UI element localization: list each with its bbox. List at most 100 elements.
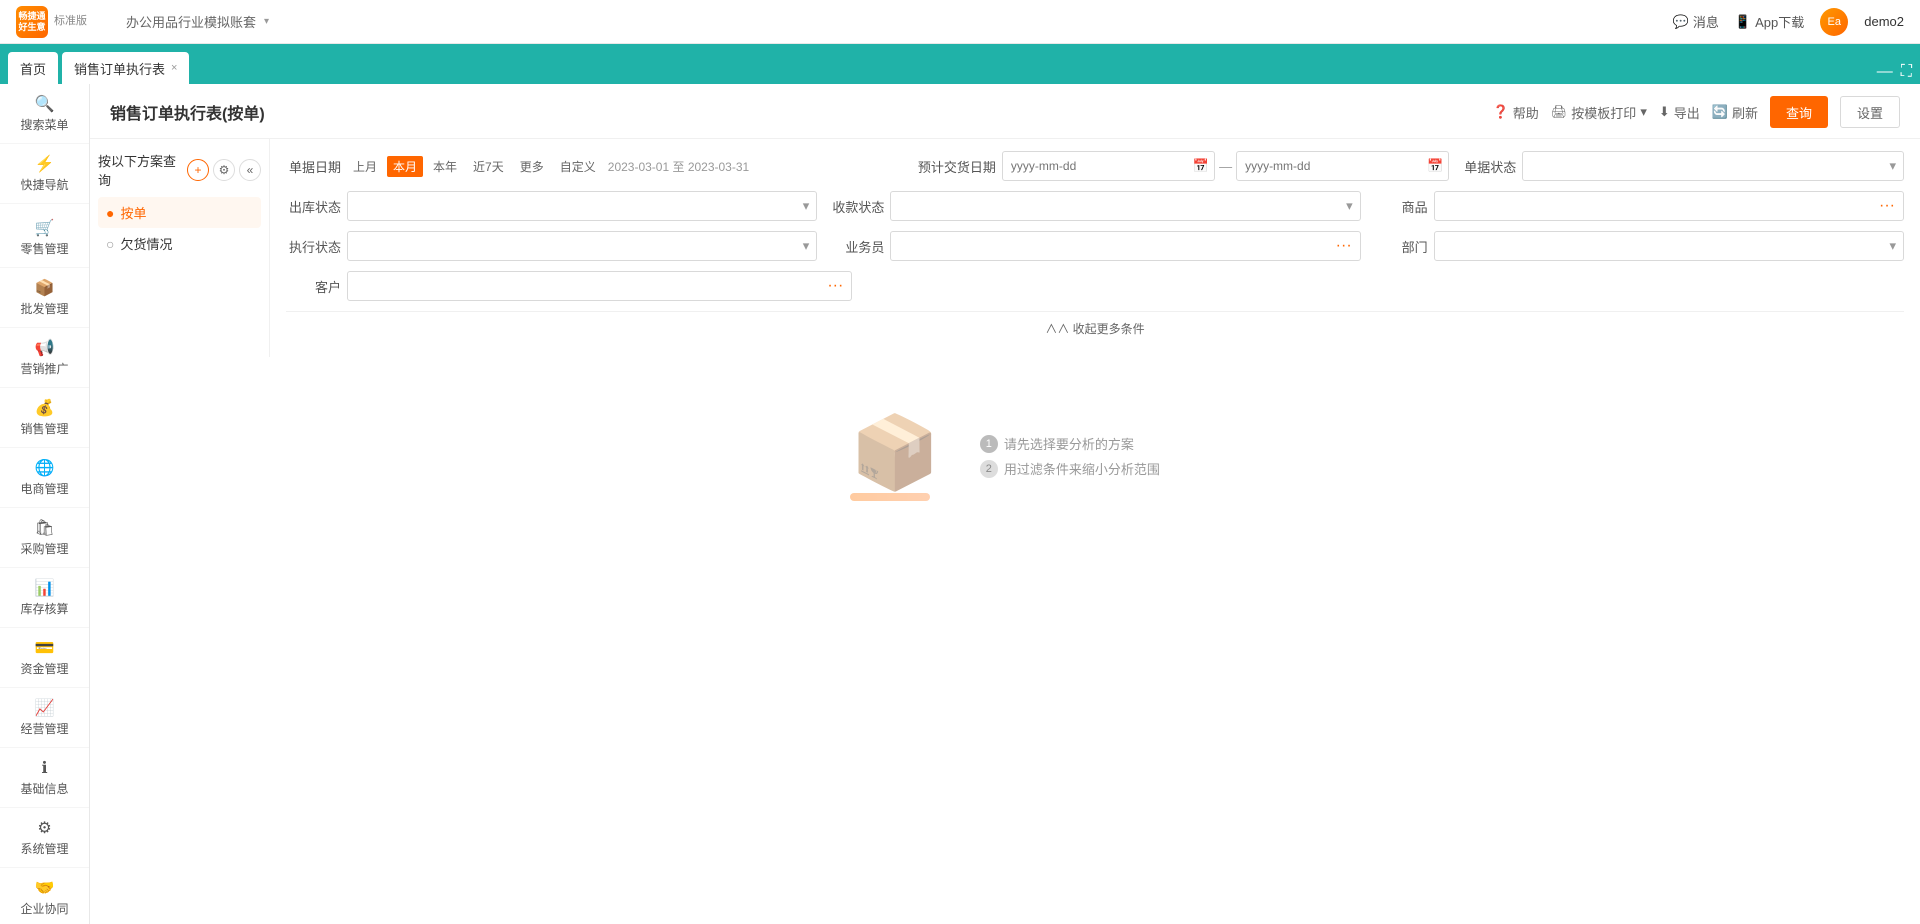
- sales-icon: 💰: [35, 398, 55, 418]
- settings-plan-button[interactable]: ⚙: [213, 159, 235, 181]
- sidebar-item-search[interactable]: 🔍 搜索菜单: [0, 84, 89, 144]
- export-icon: ⬇: [1659, 104, 1670, 120]
- tab-minimize-button[interactable]: —: [1877, 64, 1893, 80]
- print-icon: 🖨: [1551, 104, 1568, 120]
- tip-text-2: 用过滤条件来缩小分析范围: [1004, 459, 1160, 478]
- salesperson-input[interactable]: [899, 239, 1335, 254]
- tab-bar: 首页 销售订单执行表 × — ⛶: [0, 44, 1920, 84]
- header-right: 💬 消息 📱 App下载 Ea demo2: [1673, 8, 1904, 36]
- sidebar-item-enterprise[interactable]: 🤝 企业协同: [0, 868, 89, 924]
- sidebar-label-retail: 零售管理: [20, 240, 68, 257]
- date-this-year-btn[interactable]: 本年: [427, 156, 463, 177]
- sidebar-label-inventory: 库存核算: [20, 600, 68, 617]
- company-dropdown-icon[interactable]: ▾: [264, 16, 269, 27]
- receipt-select[interactable]: [890, 191, 1360, 221]
- dept-label: 部门: [1373, 237, 1428, 256]
- query-button[interactable]: 查询: [1770, 96, 1828, 128]
- sidebar-label-purchase: 采购管理: [20, 540, 68, 557]
- ecommerce-icon: 🌐: [35, 458, 55, 478]
- user-name[interactable]: demo2: [1864, 14, 1904, 29]
- tip-num-1: 1: [980, 435, 998, 453]
- add-icon: +: [194, 163, 201, 177]
- tab-maximize-button[interactable]: ⛶: [1901, 64, 1912, 80]
- sidebar-label-sales: 销售管理: [20, 420, 68, 437]
- date-custom-btn[interactable]: 自定义: [554, 156, 602, 177]
- refresh-button[interactable]: 🔄 刷新: [1712, 103, 1758, 122]
- tab-bar-right: — ⛶: [1877, 64, 1912, 84]
- left-panel-actions: + ⚙ «: [187, 159, 261, 181]
- filter-goods: 商品 ···: [1373, 191, 1904, 221]
- customer-ellipsis-button[interactable]: ···: [827, 278, 843, 294]
- logo-icon-text: 畅捷通好生意: [18, 11, 45, 33]
- plan-label-order: 按单: [120, 203, 146, 222]
- settings-button[interactable]: 设置: [1840, 96, 1900, 128]
- app-download-button[interactable]: 📱 App下载: [1735, 12, 1804, 31]
- exec-select[interactable]: [347, 231, 817, 261]
- tab-active[interactable]: 销售订单执行表 ×: [62, 52, 189, 84]
- customer-input[interactable]: [356, 279, 827, 294]
- outbound-select[interactable]: [347, 191, 817, 221]
- tab-home[interactable]: 首页: [8, 52, 58, 84]
- expected-date-end-input[interactable]: [1236, 151, 1449, 181]
- collapse-panel-button[interactable]: «: [239, 159, 261, 181]
- sidebar-label-quick-nav: 快捷导航: [20, 176, 68, 193]
- template-print-button[interactable]: 🖨 按模板打印 ▾: [1551, 103, 1647, 122]
- print-dropdown-icon: ▾: [1640, 104, 1647, 120]
- avatar[interactable]: Ea: [1820, 8, 1848, 36]
- purchase-icon: 🛍: [34, 518, 54, 538]
- help-button[interactable]: ❓ 帮助: [1493, 103, 1539, 122]
- sidebar-item-quick-nav[interactable]: ⚡ 快捷导航: [0, 144, 89, 204]
- plan-item-by-order[interactable]: ● 按单: [98, 197, 261, 228]
- filter-expected-date: 预计交货日期 📅 — 📅: [918, 151, 1449, 181]
- date-range-text: 2023-03-01 至 2023-03-31: [608, 158, 749, 175]
- refresh-icon: 🔄: [1712, 104, 1728, 120]
- dept-select[interactable]: [1434, 231, 1904, 261]
- inventory-icon: 📊: [35, 578, 55, 598]
- sidebar-label-ecommerce: 电商管理: [20, 480, 68, 497]
- filter-date: 单据日期 上月 本月 本年 近7天 更多 自定义 2023-03-01 至 20…: [286, 156, 906, 177]
- sidebar-item-sales[interactable]: 💰 销售管理: [0, 388, 89, 448]
- plan-item-by-debt[interactable]: ○ 欠货情况: [98, 228, 261, 259]
- sidebar-item-retail[interactable]: 🛒 零售管理: [0, 208, 89, 268]
- filter-outbound: 出库状态: [286, 191, 817, 221]
- sidebar-item-basic[interactable]: ℹ 基础信息: [0, 748, 89, 808]
- sidebar-item-operations[interactable]: 📈 经营管理: [0, 688, 89, 748]
- sidebar-item-system[interactable]: ⚙ 系统管理: [0, 808, 89, 868]
- date-recent7-btn[interactable]: 近7天: [467, 156, 510, 177]
- collapse-arrow-icon: ∧∧: [1045, 322, 1072, 336]
- customer-label: 客户: [286, 277, 341, 296]
- sidebar-item-marketing[interactable]: 📢 营销推广: [0, 328, 89, 388]
- message-button[interactable]: 💬 消息: [1673, 12, 1719, 31]
- goods-ellipsis-button[interactable]: ···: [1879, 198, 1895, 214]
- sidebar-label-wholesale: 批发管理: [20, 300, 68, 317]
- sidebar-item-purchase[interactable]: 🛍 采购管理: [0, 508, 89, 568]
- page-title: 销售订单执行表(按单): [110, 100, 265, 124]
- logo-text: 标准版: [54, 14, 87, 28]
- date-more-btn[interactable]: 更多: [514, 156, 550, 177]
- sidebar-item-inventory[interactable]: 📊 库存核算: [0, 568, 89, 628]
- tab-close-icon[interactable]: ×: [171, 63, 177, 74]
- date-cur-month-btn[interactable]: 本月: [387, 156, 423, 177]
- export-button[interactable]: ⬇ 导出: [1659, 103, 1700, 122]
- sidebar-label-finance: 资金管理: [20, 660, 68, 677]
- page-actions: ❓ 帮助 🖨 按模板打印 ▾ ⬇ 导出 🔄 刷新: [1493, 96, 1900, 128]
- add-plan-button[interactable]: +: [187, 159, 209, 181]
- sidebar-item-finance[interactable]: 💳 资金管理: [0, 628, 89, 688]
- collapse-button[interactable]: ∧∧ 收起更多条件: [1045, 320, 1144, 337]
- expected-date-label: 预计交货日期: [918, 157, 996, 176]
- date-prev-month-btn[interactable]: 上月: [347, 156, 383, 177]
- sidebar-item-ecommerce[interactable]: 🌐 电商管理: [0, 448, 89, 508]
- filter-dept: 部门: [1373, 231, 1904, 261]
- download-icon: 📱: [1735, 14, 1751, 30]
- right-filter: 单据日期 上月 本月 本年 近7天 更多 自定义 2023-03-01 至 20…: [270, 139, 1920, 357]
- goods-input[interactable]: [1443, 199, 1879, 214]
- sidebar-item-wholesale[interactable]: 📦 批发管理: [0, 268, 89, 328]
- filter-customer: 客户 ···: [286, 271, 852, 301]
- empty-state: 📦 1 请先选择要分析的方案 2 用过滤条件来缩小分析范围: [90, 357, 1920, 561]
- sidebar: 🔍 搜索菜单 ⚡ 快捷导航 🛒 零售管理 📦 批发管理 📢 营销推广 💰 销售管…: [0, 84, 90, 924]
- status-select[interactable]: [1522, 151, 1904, 181]
- empty-tip-row-2: 2 用过滤条件来缩小分析范围: [980, 459, 1160, 478]
- salesperson-ellipsis-button[interactable]: ···: [1336, 238, 1352, 254]
- expected-date-start-input[interactable]: [1002, 151, 1215, 181]
- goods-label: 商品: [1373, 197, 1428, 216]
